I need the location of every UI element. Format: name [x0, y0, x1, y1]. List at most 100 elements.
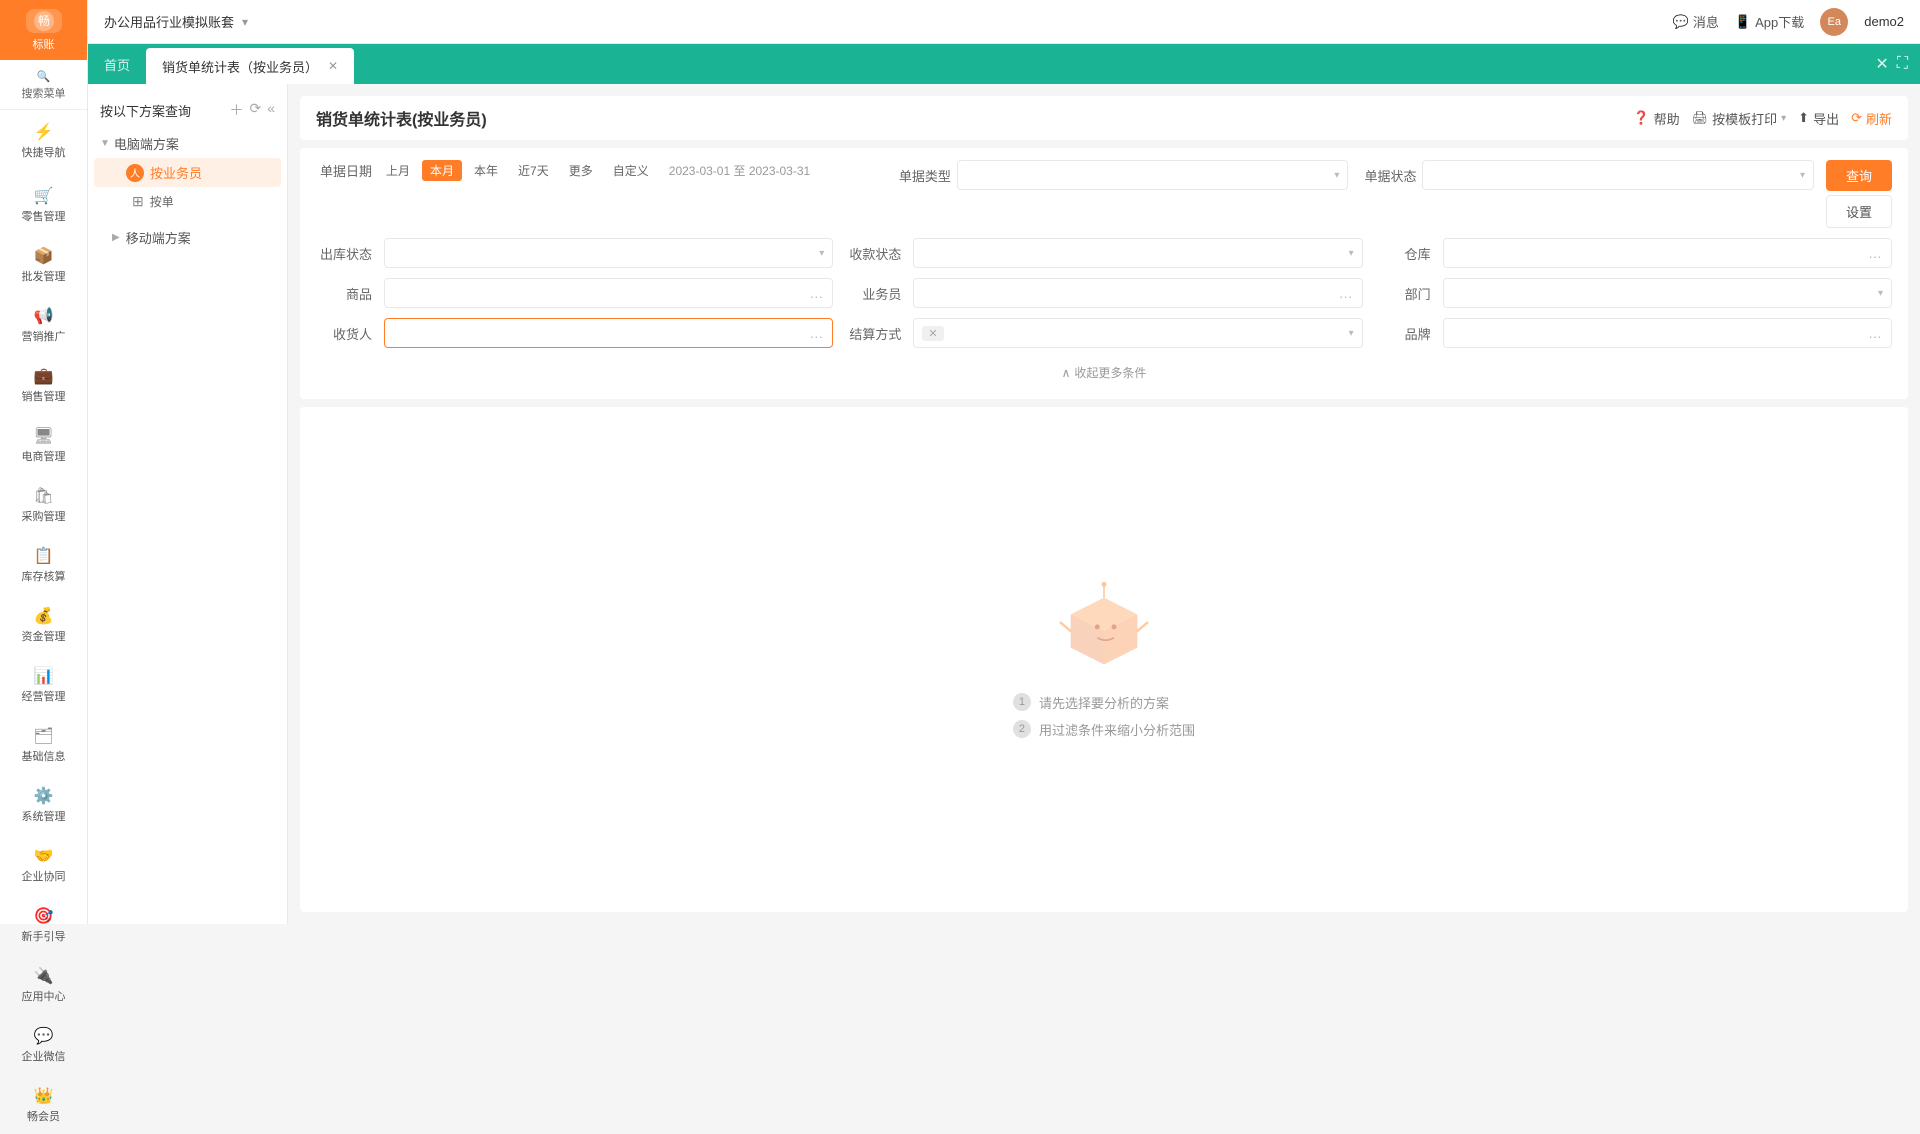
sidebar-item-quick-nav[interactable]: ⚡ 快捷导航: [0, 110, 87, 170]
app-download-label: App下载: [1755, 12, 1804, 31]
settings-btn[interactable]: 设置: [1826, 195, 1892, 228]
goods-field[interactable]: …: [384, 278, 833, 308]
help-btn[interactable]: ❓ 帮助: [1633, 109, 1679, 128]
sidebar-item-wholesale[interactable]: 📦 批发管理: [0, 234, 87, 294]
message-icon: 💬: [1673, 14, 1689, 30]
sidebar-item-basic[interactable]: 🗂 基础信息: [0, 714, 87, 774]
left-panel-refresh-btn[interactable]: ⟳: [249, 100, 261, 120]
left-panel: 按以下方案查询 ＋ ⟳ « ▼ 电脑端方案 人 按业务员 ⊞ 按单: [88, 84, 288, 924]
date-tab-thisyear[interactable]: 本年: [466, 160, 506, 181]
sidebar: 畅 标账 🔍 搜索菜单 ⚡ 快捷导航 🛒 零售管理 📦 批发管理 📢 营销推广 …: [0, 0, 88, 924]
scheme-group-pc[interactable]: ▼ 电脑端方案: [88, 130, 287, 157]
app-download-btn[interactable]: 📱 App下载: [1735, 12, 1804, 31]
tab-sales-stat[interactable]: 销货单统计表（按业务员） ✕: [146, 48, 354, 84]
collapse-btn[interactable]: ∧ 收起更多条件: [1062, 364, 1147, 381]
tab-bar: 首页 销货单统计表（按业务员） ✕ ✕ ⛶: [88, 44, 1920, 84]
export-btn[interactable]: ⬆ 导出: [1798, 109, 1839, 128]
svg-text:畅: 畅: [37, 14, 49, 28]
member-icon: 👑: [34, 1086, 54, 1106]
sidebar-search-nav[interactable]: 🔍 搜索菜单: [0, 60, 87, 110]
doc-type-label: 单据类型: [895, 166, 951, 185]
empty-tips: 1 请先选择要分析的方案 2 用过滤条件来缩小分析范围: [1013, 693, 1195, 739]
sidebar-logo[interactable]: 畅 标账: [0, 0, 87, 60]
query-btn[interactable]: 查询: [1826, 160, 1892, 191]
left-panel-add-btn[interactable]: ＋: [229, 100, 243, 120]
doc-status-field[interactable]: ▾: [1422, 160, 1814, 190]
sidebar-item-purchase[interactable]: 🛍 采购管理: [0, 474, 87, 534]
date-tab-custom[interactable]: 自定义: [605, 160, 657, 181]
top-header: 办公用品行业模拟账套 ▾ 💬 消息 📱 App下载 Ea demo2: [88, 0, 1920, 44]
settlement-label: 结算方式: [845, 324, 901, 343]
left-panel-collapse-btn[interactable]: «: [267, 100, 275, 120]
brand-field[interactable]: …: [1443, 318, 1892, 348]
settlement-clear-btn[interactable]: ✕: [928, 327, 937, 340]
settlement-field[interactable]: ✕ ▾: [913, 318, 1362, 348]
sidebar-item-system[interactable]: ⚙️ 系统管理: [0, 774, 87, 834]
basic-icon: 🗂: [33, 726, 53, 746]
sidebar-item-enterprise[interactable]: 🤝 企业协同: [0, 834, 87, 894]
top-dropdown-arrow[interactable]: ▾: [242, 15, 248, 29]
sidebar-item-ecommerce[interactable]: 🖥 电商管理: [0, 414, 87, 474]
sidebar-quick-nav-label: 快捷导航: [22, 144, 66, 160]
collapse-label: 收起更多条件: [1074, 364, 1146, 381]
outbound-field[interactable]: ▾: [384, 238, 833, 268]
scheme-item-by-order[interactable]: ⊞ 按单: [88, 188, 287, 215]
warehouse-dots: …: [1868, 245, 1883, 261]
scheme-section-pc: ▼ 电脑端方案 人 按业务员 ⊞ 按单: [88, 126, 287, 219]
search-icon: 🔍: [37, 70, 51, 83]
message-btn[interactable]: 💬 消息: [1673, 12, 1719, 31]
filter-row-4: 收货人 … 结算方式 ✕ ▾ 品牌 …: [316, 318, 1892, 348]
tab-expand-btn[interactable]: ⛶: [1897, 55, 1908, 73]
warehouse-field[interactable]: …: [1443, 238, 1892, 268]
marketing-icon: 📢: [34, 306, 54, 326]
tab-home[interactable]: 首页: [88, 44, 146, 84]
empty-tip-1-text: 请先选择要分析的方案: [1039, 693, 1169, 712]
scheme-item-by-salesperson[interactable]: 人 按业务员: [94, 158, 281, 187]
salesperson-dots: …: [1339, 285, 1354, 301]
department-field[interactable]: ▾: [1443, 278, 1892, 308]
date-filter: 上月 本月 本年 近7天 更多 自定义 2023-03-01 至 2023-03…: [378, 160, 883, 181]
enterprise-icon: 🤝: [34, 846, 54, 866]
doc-type-field[interactable]: ▾: [957, 160, 1349, 190]
sidebar-item-wechat[interactable]: 💬 企业微信: [0, 1014, 87, 1074]
sidebar-item-operation[interactable]: 📊 经营管理: [0, 654, 87, 714]
sidebar-item-retail[interactable]: 🛒 零售管理: [0, 174, 87, 234]
print-icon: 🖨: [1692, 110, 1709, 126]
department-arrow: ▾: [1878, 288, 1883, 299]
appstore-icon: 🔌: [34, 966, 54, 986]
sidebar-item-newbie[interactable]: 🎯 新手引导: [0, 894, 87, 954]
date-tab-thismonth[interactable]: 本月: [422, 160, 462, 181]
refresh-btn[interactable]: ⟳ 刷新: [1851, 109, 1892, 128]
user-name: demo2: [1864, 14, 1904, 29]
print-dropdown-icon: ▾: [1781, 113, 1786, 124]
empty-tip-2-text: 用过滤条件来缩小分析范围: [1039, 720, 1195, 739]
scheme-group-mobile[interactable]: ▶ 移动端方案: [88, 223, 287, 252]
consignee-field[interactable]: …: [384, 318, 833, 348]
date-tab-more[interactable]: 更多: [561, 160, 601, 181]
sidebar-item-sales[interactable]: 💼 销售管理: [0, 354, 87, 414]
filter-area: 单据日期 上月 本月 本年 近7天 更多 自定义 2023-03-01 至 20…: [300, 148, 1908, 399]
wholesale-icon: 📦: [34, 246, 54, 266]
salesperson-field[interactable]: …: [913, 278, 1362, 308]
goods-label: 商品: [316, 284, 372, 303]
retail-icon: 🛒: [34, 186, 54, 206]
refresh-label: 刷新: [1866, 109, 1892, 128]
warehouse-label: 仓库: [1375, 244, 1431, 263]
date-tab-lastmonth[interactable]: 上月: [378, 160, 418, 181]
payment-field[interactable]: ▾: [913, 238, 1362, 268]
header-right: 💬 消息 📱 App下载 Ea demo2: [1673, 8, 1904, 36]
scheme-group-pc-label: 电脑端方案: [114, 134, 179, 153]
sidebar-item-inventory[interactable]: 📋 库存核算: [0, 534, 87, 594]
tab-close-all-btn[interactable]: ✕: [1875, 54, 1888, 74]
sidebar-item-member[interactable]: 👑 畅会员: [0, 1074, 87, 1134]
sidebar-item-appstore[interactable]: 🔌 应用中心: [0, 954, 87, 1014]
sidebar-item-marketing[interactable]: 📢 营销推广: [0, 294, 87, 354]
date-tab-7days[interactable]: 近7天: [510, 160, 557, 181]
print-btn[interactable]: 🖨 按模板打印 ▾: [1692, 109, 1787, 128]
refresh-icon: ⟳: [1851, 110, 1862, 126]
top-title: 办公用品行业模拟账套: [104, 12, 234, 31]
sidebar-newbie-label: 新手引导: [22, 928, 66, 944]
user-avatar[interactable]: Ea: [1820, 8, 1848, 36]
sidebar-item-finance[interactable]: 💰 资金管理: [0, 594, 87, 654]
tab-close-btn[interactable]: ✕: [328, 59, 338, 73]
